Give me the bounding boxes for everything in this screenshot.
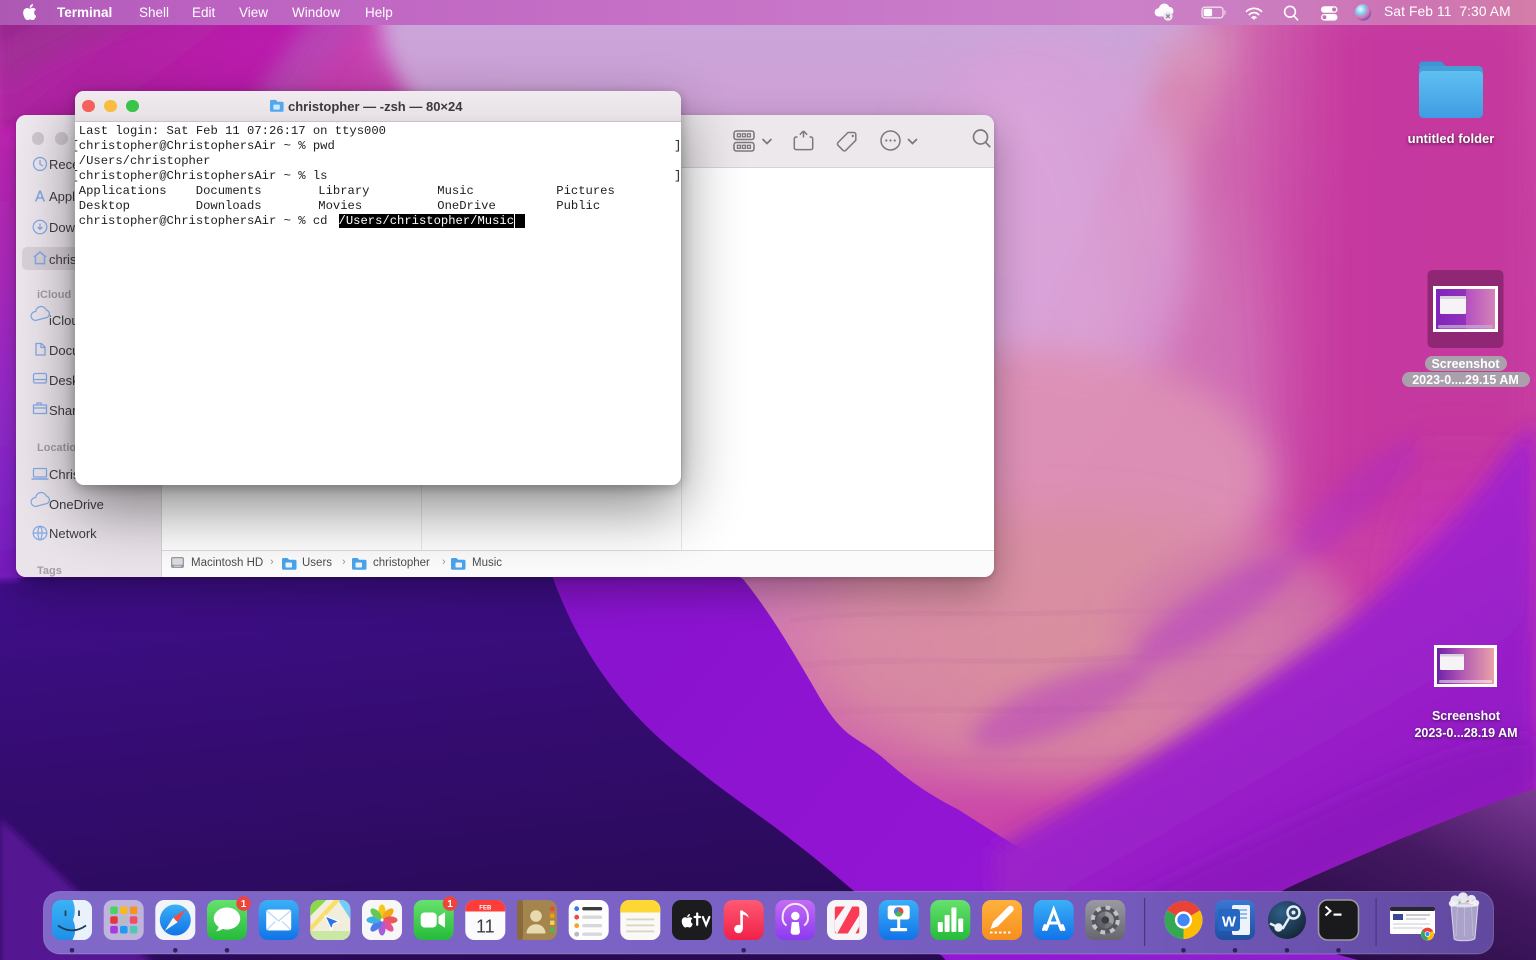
svg-text:1: 1 <box>447 899 453 910</box>
svg-text:FEB: FEB <box>479 905 492 911</box>
svg-text:11: 11 <box>476 917 495 937</box>
svg-text:1: 1 <box>241 899 247 910</box>
svg-text:W: W <box>1222 914 1237 931</box>
